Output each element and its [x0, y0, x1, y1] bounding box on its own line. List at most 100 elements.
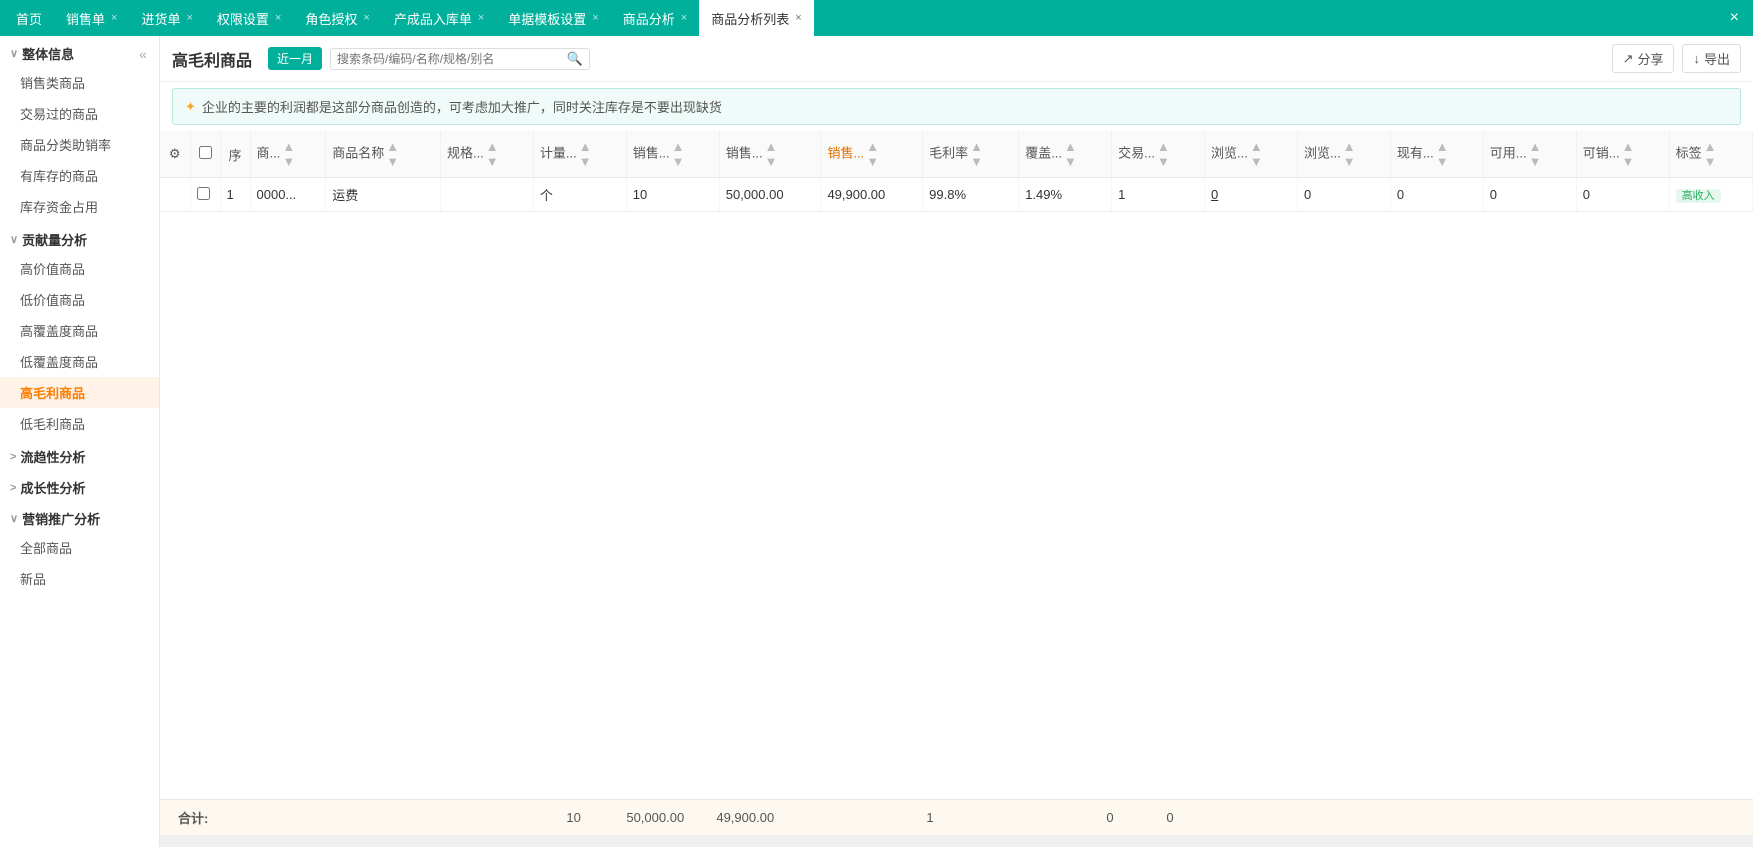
sidebar-group-label-0: 整体信息: [22, 44, 74, 63]
nav-item-5[interactable]: 产成品入库单×: [382, 0, 496, 36]
content-area: 高毛利商品 近一月 🔍 ↗ 分享 ↓ 导出 ✦ 企业的主要的利润都是这部分商品创…: [160, 36, 1753, 847]
row-spec-0: [440, 178, 533, 212]
row-tag-0: 高收入: [1669, 178, 1752, 212]
share-label: 分享: [1637, 49, 1663, 68]
current-stock-column-header[interactable]: 现有...▲▼: [1390, 131, 1483, 178]
sidebar-group-arrow-3: >: [10, 482, 16, 494]
sidebar-item-1-1[interactable]: 低价值商品: [0, 284, 159, 315]
export-icon: ↓: [1693, 51, 1700, 66]
footer-current-stock: 0: [1100, 810, 1160, 825]
row-browse1-0[interactable]: 0: [1205, 178, 1298, 212]
row-saleable-stock-0: 0: [1576, 178, 1669, 212]
available-stock-column-header[interactable]: 可用...▲▼: [1483, 131, 1576, 178]
export-button[interactable]: ↓ 导出: [1682, 44, 1741, 73]
footer-sales-profit: 49,900.00: [710, 810, 800, 825]
gross-margin-column-header[interactable]: 毛利率▲▼: [923, 131, 1019, 178]
nav-item-7[interactable]: 商品分析×: [611, 0, 699, 36]
row-checkbox-0-input[interactable]: [197, 187, 210, 200]
sidebar-item-1-4[interactable]: 高毛利商品: [0, 377, 159, 408]
footer-sales-qty: 10: [560, 810, 620, 825]
sidebar-item-4-1[interactable]: 新品: [0, 563, 159, 594]
tag-column-header[interactable]: 标签▲▼: [1669, 131, 1752, 178]
coverage-column-header[interactable]: 覆盖...▲▼: [1019, 131, 1112, 178]
share-button[interactable]: ↗ 分享: [1612, 44, 1675, 73]
transaction-column-header[interactable]: 交易...▲▼: [1112, 131, 1205, 178]
row-name-0: 运费: [326, 178, 441, 212]
spec-column-header[interactable]: 规格...▲▼: [440, 131, 533, 178]
nav-item-2[interactable]: 进货单×: [129, 0, 204, 36]
footer-label: 合计:: [166, 808, 220, 827]
tab-close-icon-3[interactable]: ×: [275, 12, 281, 24]
row-available-stock-0: 0: [1483, 178, 1576, 212]
browse2-column-header[interactable]: 浏览...▲▼: [1297, 131, 1390, 178]
sidebar-group-arrow-2: >: [10, 451, 16, 463]
row-code-0: 0000...: [250, 178, 326, 212]
sidebar-group-label-3: 成长性分析: [20, 478, 85, 497]
close-all-tabs-button[interactable]: ×: [1720, 0, 1749, 36]
tab-close-icon-8[interactable]: ×: [795, 12, 801, 24]
sidebar-item-0-4[interactable]: 库存资金占用: [0, 191, 159, 222]
nav-item-3[interactable]: 权限设置×: [205, 0, 293, 36]
checkbox-column-header: [190, 131, 220, 178]
table-header-row: ⚙ 序 商...▲▼ 商品名称▲▼ 规格...▲▼ 计量...▲▼ 销售...▲…: [160, 131, 1753, 178]
saleable-stock-column-header[interactable]: 可销...▲▼: [1576, 131, 1669, 178]
tab-close-icon-7[interactable]: ×: [681, 12, 687, 24]
index-column-header: 序: [220, 131, 250, 178]
tab-close-icon-2[interactable]: ×: [186, 12, 192, 24]
sidebar-group-4[interactable]: ∨营销推广分析: [0, 501, 159, 532]
sidebar-item-1-5[interactable]: 低毛利商品: [0, 408, 159, 439]
row-transaction-0: 1: [1112, 178, 1205, 212]
sidebar-group-2[interactable]: >流趋性分析: [0, 439, 159, 470]
sidebar-item-4-0[interactable]: 全部商品: [0, 532, 159, 563]
browse1-column-header[interactable]: 浏览...▲▼: [1205, 131, 1298, 178]
nav-item-6[interactable]: 单据模板设置×: [496, 0, 610, 36]
sidebar-collapse-button[interactable]: «: [133, 44, 153, 64]
tab-close-icon-1[interactable]: ×: [111, 12, 117, 24]
tab-close-icon-6[interactable]: ×: [592, 12, 598, 24]
horizontal-scrollbar[interactable]: [160, 835, 1753, 847]
tab-close-icon-4[interactable]: ×: [363, 12, 369, 24]
search-box: 🔍: [330, 48, 590, 70]
nav-item-0[interactable]: 首页: [4, 0, 54, 36]
sidebar-group-1[interactable]: ∨贡献量分析: [0, 222, 159, 253]
row-checkbox-0[interactable]: [190, 178, 220, 212]
nav-item-4[interactable]: 角色授权×: [293, 0, 381, 36]
row-sales-amount-0: 50,000.00: [719, 178, 821, 212]
footer-sales-amount: 50,000.00: [620, 810, 710, 825]
unit-column-header[interactable]: 计量...▲▼: [533, 131, 626, 178]
tab-close-icon-5[interactable]: ×: [478, 12, 484, 24]
tip-icon: ✦: [185, 99, 196, 115]
row-gross-margin-0: 99.8%: [923, 178, 1019, 212]
table-row: 10000...运费个1050,000.0049,900.0099.8%1.49…: [160, 178, 1753, 212]
export-label: 导出: [1704, 49, 1730, 68]
main-layout: « ∨ 整体信息销售类商品交易过的商品商品分类助销率有库存的商品库存资金占用∨贡献…: [0, 36, 1753, 847]
row-sales-qty-0: 10: [626, 178, 719, 212]
search-icon[interactable]: 🔍: [567, 51, 583, 67]
nav-item-1[interactable]: 销售单×: [54, 0, 129, 36]
sidebar-item-1-2[interactable]: 高覆盖度商品: [0, 315, 159, 346]
sidebar-group-3[interactable]: > 成长性分析: [0, 470, 159, 501]
row-coverage-0: 1.49%: [1019, 178, 1112, 212]
settings-column-header[interactable]: ⚙: [160, 131, 190, 178]
sidebar-item-0-2[interactable]: 商品分类助销率: [0, 129, 159, 160]
sales-qty-column-header[interactable]: 销售...▲▼: [626, 131, 719, 178]
filter-month-button[interactable]: 近一月: [268, 47, 322, 70]
sidebar-item-0-1[interactable]: 交易过的商品: [0, 98, 159, 129]
sidebar-item-0-3[interactable]: 有库存的商品: [0, 160, 159, 191]
nav-item-8[interactable]: 商品分析列表×: [699, 0, 813, 36]
sales-profit-column-header[interactable]: 销售...▲▼: [821, 131, 923, 178]
page-title: 高毛利商品: [172, 47, 252, 71]
share-icon: ↗: [1623, 51, 1634, 67]
sidebar-group-label-1: 贡献量分析: [22, 230, 87, 249]
sales-amount-column-header[interactable]: 销售...▲▼: [719, 131, 821, 178]
sidebar-item-0-0[interactable]: 销售类商品: [0, 67, 159, 98]
name-column-header[interactable]: 商品名称▲▼: [326, 131, 441, 178]
table-wrapper: ⚙ 序 商...▲▼ 商品名称▲▼ 规格...▲▼ 计量...▲▼ 销售...▲…: [160, 131, 1753, 799]
sidebar-item-1-3[interactable]: 低覆盖度商品: [0, 346, 159, 377]
sidebar-group-arrow-0: ∨: [10, 47, 18, 60]
select-all-checkbox[interactable]: [199, 146, 212, 159]
row-settings-0: [160, 178, 190, 212]
code-column-header[interactable]: 商...▲▼: [250, 131, 326, 178]
sidebar-item-1-0[interactable]: 高价值商品: [0, 253, 159, 284]
search-input[interactable]: [337, 52, 567, 66]
